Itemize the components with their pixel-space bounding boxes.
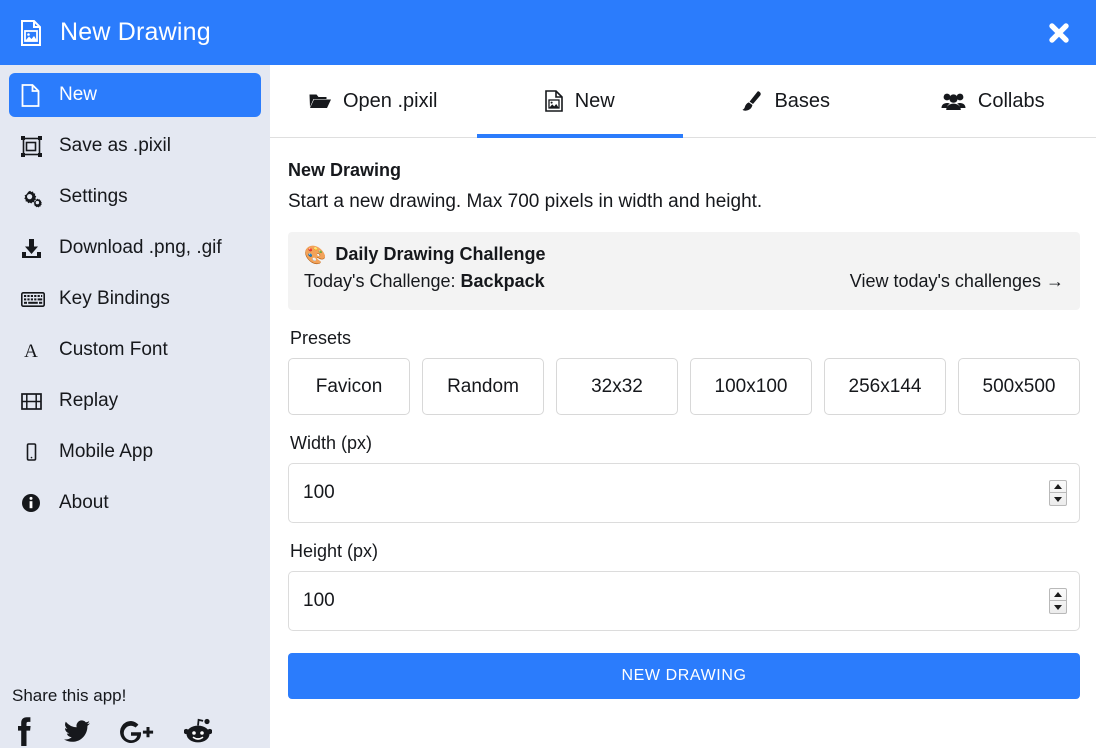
folder-open-icon [309, 92, 331, 110]
stepper-down-icon[interactable] [1050, 601, 1066, 613]
tab-new[interactable]: New [476, 65, 684, 138]
section-heading: New Drawing [288, 160, 402, 180]
save-object-icon [21, 135, 47, 157]
preset-button-256x144[interactable]: 256x144 [824, 358, 946, 415]
reddit-icon[interactable] [184, 716, 212, 746]
file-image-icon [18, 19, 44, 47]
challenge-today-prefix: Today's Challenge: [304, 271, 461, 291]
sidebar-item-download[interactable]: Download .png, .gif [9, 226, 261, 270]
new-drawing-button[interactable]: NEW DRAWING [288, 653, 1080, 699]
challenge-detail-row: Today's Challenge: Backpack View today's… [304, 271, 1064, 292]
preset-button-favicon[interactable]: Favicon [288, 358, 410, 415]
sidebar-item-label: New [59, 84, 98, 105]
challenge-today-value: Backpack [460, 271, 545, 291]
tab-label: New [574, 89, 615, 112]
info-circle-icon [21, 492, 47, 514]
download-icon [21, 237, 47, 259]
preset-button-100x100[interactable]: 100x100 [690, 358, 812, 415]
users-icon [941, 91, 966, 111]
stepper-up-icon[interactable] [1050, 481, 1066, 493]
mobile-icon [21, 441, 47, 463]
tab-collabs[interactable]: Collabs [890, 65, 1096, 137]
height-value: 100 [303, 590, 335, 611]
preset-button-500x500[interactable]: 500x500 [958, 358, 1080, 415]
stepper-down-icon[interactable] [1050, 493, 1066, 505]
sidebar: New Save as .pixil Settings Download .pn… [0, 65, 270, 748]
view-challenges-link[interactable]: View today's challenges → [850, 271, 1064, 292]
share-section: Share this app! [12, 686, 262, 748]
width-stepper[interactable] [1049, 480, 1067, 506]
challenge-title-row: 🎨 Daily Drawing Challenge [304, 244, 1064, 265]
tab-label: Collabs [977, 89, 1045, 112]
new-drawing-form: New Drawing Start a new drawing. Max 700… [270, 138, 1096, 699]
share-label: Share this app! [12, 686, 127, 705]
preset-button-32x32[interactable]: 32x32 [556, 358, 678, 415]
tab-label: Bases [774, 89, 831, 112]
google-plus-icon[interactable] [120, 718, 154, 746]
presets-row: Favicon Random 32x32 100x100 256x144 500… [288, 358, 1080, 415]
dialog-body: New Save as .pixil Settings Download .pn… [0, 65, 1096, 748]
height-input[interactable]: 100 [288, 571, 1080, 631]
sidebar-item-mobile-app[interactable]: Mobile App [9, 430, 261, 474]
sidebar-item-label: Custom Font [59, 339, 168, 360]
tab-bar: Open .pixil New Bases Collabs [270, 65, 1096, 138]
sidebar-item-label: Mobile App [59, 441, 154, 462]
facebook-icon[interactable] [12, 716, 34, 746]
main-panel: Open .pixil New Bases Collabs New Drawin… [270, 65, 1096, 748]
sidebar-item-label: Save as .pixil [59, 135, 171, 156]
artist-palette-icon: 🎨 [304, 244, 327, 265]
tab-open-pixil[interactable]: Open .pixil [270, 65, 477, 137]
share-icon-row [12, 716, 262, 748]
paint-brush-icon [742, 90, 762, 112]
gears-icon [21, 186, 47, 208]
challenge-today: Today's Challenge: Backpack [304, 271, 545, 292]
sidebar-item-about[interactable]: About [9, 481, 261, 525]
keyboard-icon [21, 288, 47, 310]
sidebar-item-label: Download .png, .gif [59, 237, 222, 258]
width-label: Width (px) [290, 433, 373, 453]
window-title: New Drawing [60, 18, 211, 46]
height-stepper[interactable] [1049, 588, 1067, 614]
file-icon [21, 83, 47, 107]
title-bar: New Drawing [0, 0, 1096, 65]
tab-bases[interactable]: Bases [683, 65, 890, 137]
sidebar-item-replay[interactable]: Replay [9, 379, 261, 423]
new-drawing-dialog: New Drawing New Save as .pixil Settings … [0, 0, 1096, 748]
daily-challenge-banner: 🎨 Daily Drawing Challenge Today's Challe… [288, 232, 1080, 310]
presets-label: Presets [290, 328, 352, 348]
preset-button-random[interactable]: Random [422, 358, 544, 415]
sidebar-item-settings[interactable]: Settings [9, 175, 261, 219]
sidebar-item-new[interactable]: New [9, 73, 261, 117]
twitter-icon[interactable] [64, 716, 90, 746]
film-icon [21, 390, 47, 412]
challenge-title: Daily Drawing Challenge [335, 244, 546, 264]
width-value: 100 [303, 482, 335, 503]
sidebar-item-key-bindings[interactable]: Key Bindings [9, 277, 261, 321]
height-label: Height (px) [290, 541, 379, 561]
width-input[interactable]: 100 [288, 463, 1080, 523]
stepper-up-icon[interactable] [1050, 589, 1066, 601]
sidebar-item-label: Key Bindings [59, 288, 170, 309]
sidebar-item-custom-font[interactable]: A Custom Font [9, 328, 261, 372]
close-icon[interactable] [1042, 16, 1076, 50]
sidebar-item-label: Replay [59, 390, 119, 411]
tab-label: Open .pixil [343, 89, 438, 112]
svg-text:A: A [24, 341, 38, 360]
sidebar-item-save-as-pixil[interactable]: Save as .pixil [9, 124, 261, 168]
sidebar-item-label: About [59, 492, 109, 513]
section-subheading: Start a new drawing. Max 700 pixels in w… [288, 191, 763, 212]
file-image-icon [544, 90, 563, 112]
sidebar-item-label: Settings [59, 186, 128, 207]
font-icon: A [21, 339, 47, 361]
